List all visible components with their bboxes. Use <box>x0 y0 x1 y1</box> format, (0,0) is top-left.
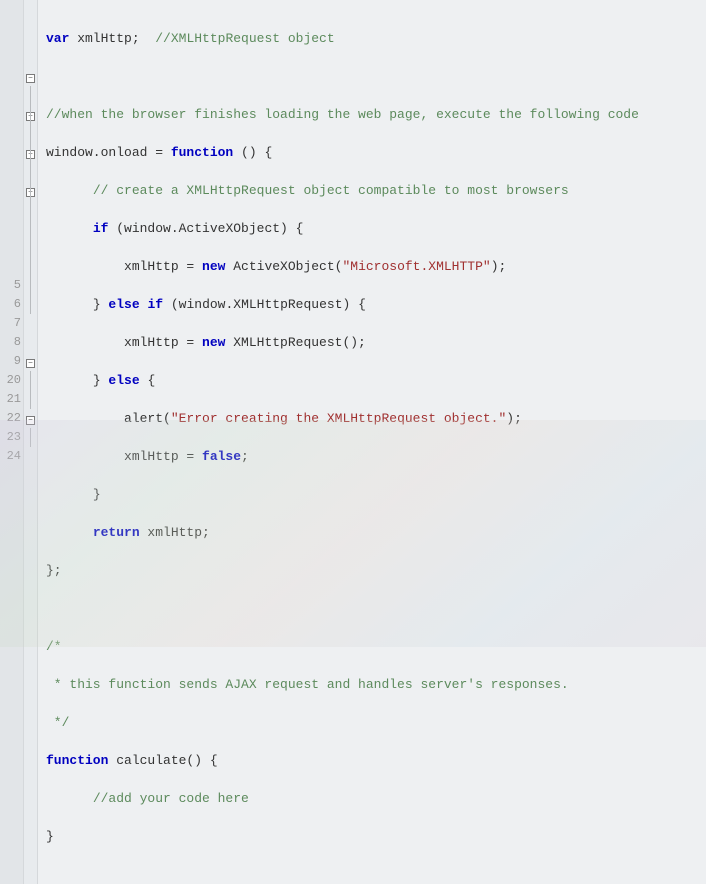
line-number: 5 <box>0 276 23 295</box>
comment: //add your code here <box>93 791 249 806</box>
code-text: xmlHttp; <box>140 525 210 540</box>
line-number <box>0 238 23 257</box>
code-text: calculate() { <box>108 753 217 768</box>
line-number: 9 <box>0 352 23 371</box>
code-text: } <box>93 297 109 312</box>
line-number: 22 <box>0 409 23 428</box>
line-number: 24 <box>0 447 23 466</box>
code-text: window.onload = <box>46 145 171 160</box>
code-text: xmlHttp = <box>124 335 202 350</box>
code-text: } <box>46 829 54 844</box>
line-number <box>0 105 23 124</box>
line-number: 20 <box>0 371 23 390</box>
fold-toggle-icon[interactable]: − <box>26 359 35 368</box>
code-text: ); <box>491 259 507 274</box>
code-text: ; <box>241 449 249 464</box>
keyword: if <box>147 297 163 312</box>
line-number <box>0 29 23 48</box>
code-text: ); <box>506 411 522 426</box>
line-number: 8 <box>0 333 23 352</box>
keyword: var <box>46 31 69 46</box>
line-number <box>0 86 23 105</box>
code-area[interactable]: var xmlHttp; //XMLHttpRequest object //w… <box>38 0 706 884</box>
code-text: alert( <box>124 411 171 426</box>
line-number <box>0 124 23 143</box>
keyword: return <box>93 525 140 540</box>
line-number <box>0 181 23 200</box>
comment: // create a XMLHttpRequest object compat… <box>93 183 569 198</box>
fold-toggle-icon[interactable]: − <box>26 74 35 83</box>
line-number <box>0 143 23 162</box>
keyword: new <box>202 259 225 274</box>
keyword: false <box>202 449 241 464</box>
line-number <box>0 200 23 219</box>
code-text: { <box>140 373 156 388</box>
keyword: function <box>46 753 108 768</box>
line-number: 23 <box>0 428 23 447</box>
code-text: ActiveXObject( <box>225 259 342 274</box>
keyword: function <box>171 145 233 160</box>
keyword: else <box>108 373 139 388</box>
string-literal: "Microsoft.XMLHTTP" <box>342 259 490 274</box>
keyword: if <box>93 221 109 236</box>
comment: //XMLHttpRequest object <box>155 31 334 46</box>
string-literal: "Error creating the XMLHttpRequest objec… <box>171 411 506 426</box>
code-editor: 5 6 7 8 9 20 21 22 23 24 − − − − − − <box>0 0 706 884</box>
code-text: xmlHttp; <box>69 31 155 46</box>
line-number <box>0 257 23 276</box>
fold-toggle-icon[interactable]: − <box>26 188 35 197</box>
fold-column: − − − − − − <box>24 0 38 884</box>
code-text: xmlHttp = <box>124 259 202 274</box>
code-text: }; <box>46 563 62 578</box>
code-text: (window.ActiveXObject) { <box>108 221 303 236</box>
comment: * this function sends AJAX request and h… <box>46 677 569 692</box>
keyword: new <box>202 335 225 350</box>
keyword: else <box>108 297 139 312</box>
code-text: xmlHttp = <box>124 449 202 464</box>
code-text: XMLHttpRequest(); <box>225 335 365 350</box>
line-number <box>0 219 23 238</box>
code-text: } <box>93 373 109 388</box>
line-number <box>0 48 23 67</box>
line-number <box>0 67 23 86</box>
code-text: (window.XMLHttpRequest) { <box>163 297 366 312</box>
line-number: 7 <box>0 314 23 333</box>
code-text: } <box>93 487 101 502</box>
comment: */ <box>46 715 69 730</box>
line-number <box>0 162 23 181</box>
line-number <box>0 10 23 29</box>
fold-toggle-icon[interactable]: − <box>26 112 35 121</box>
code-text: () { <box>233 145 272 160</box>
line-number-gutter: 5 6 7 8 9 20 21 22 23 24 <box>0 0 24 884</box>
fold-toggle-icon[interactable]: − <box>26 150 35 159</box>
line-number: 6 <box>0 295 23 314</box>
fold-toggle-icon[interactable]: − <box>26 416 35 425</box>
comment: //when the browser finishes loading the … <box>46 107 639 122</box>
line-number: 21 <box>0 390 23 409</box>
